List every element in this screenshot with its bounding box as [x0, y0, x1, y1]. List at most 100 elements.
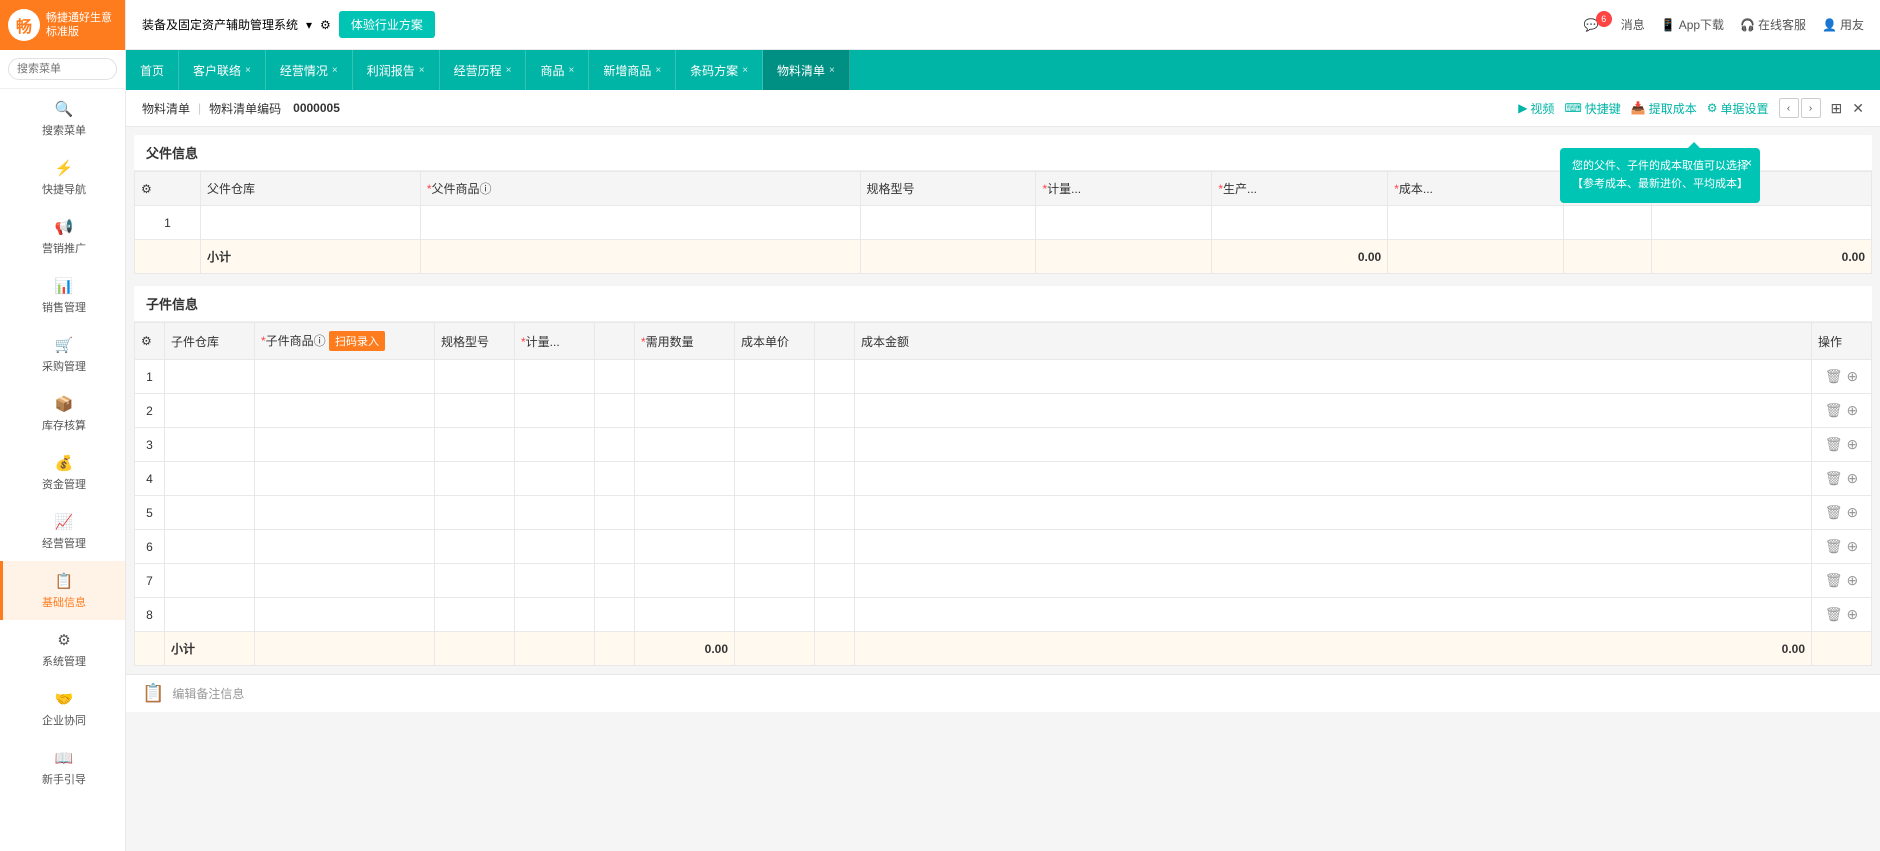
nav-tab-利润报告[interactable]: 利润报告 × — [353, 50, 440, 90]
child-unit-cell[interactable] — [515, 598, 595, 632]
child-product-cell[interactable] — [255, 360, 435, 394]
close-page-icon[interactable]: ✕ — [1852, 100, 1864, 117]
child-spec-cell[interactable] — [435, 598, 515, 632]
child-qty-cell[interactable] — [635, 496, 735, 530]
tab-close-icon[interactable]: × — [829, 65, 835, 76]
child-qty-cell[interactable] — [635, 360, 735, 394]
child-unitcost-cell[interactable] — [735, 360, 815, 394]
tooltip-close-button[interactable]: × — [1745, 154, 1752, 173]
prev-arrow[interactable]: ‹ — [1779, 98, 1799, 118]
sidebar-item-销售管理[interactable]: 📊销售管理 — [0, 266, 125, 325]
tab-close-icon[interactable]: × — [332, 65, 338, 76]
child-warehouse-cell[interactable] — [165, 564, 255, 598]
child-qty-cell[interactable] — [635, 394, 735, 428]
copy-icon[interactable]: ⊕ — [1847, 368, 1859, 385]
sidebar-item-基础信息[interactable]: 📋基础信息 — [0, 561, 125, 620]
child-unitcost-cell[interactable] — [735, 462, 815, 496]
note-text[interactable]: 编辑备注信息 — [172, 685, 244, 702]
child-spec-cell[interactable] — [435, 428, 515, 462]
delete-icon[interactable]: 🗑 — [1825, 436, 1843, 453]
user-item[interactable]: 👤 用友 — [1822, 16, 1864, 33]
child-unitcost-cell[interactable] — [735, 394, 815, 428]
child-unit-cell[interactable] — [515, 564, 595, 598]
child-unit-cell[interactable] — [515, 496, 595, 530]
sidebar-item-系统管理[interactable]: ⚙系统管理 — [0, 620, 125, 679]
copy-icon[interactable]: ⊕ — [1847, 538, 1859, 555]
child-product-cell[interactable] — [255, 428, 435, 462]
grid-view-icon[interactable]: ⊞ — [1831, 100, 1843, 117]
child-unit-cell[interactable] — [515, 394, 595, 428]
tab-close-icon[interactable]: × — [655, 65, 661, 76]
copy-icon[interactable]: ⊕ — [1847, 572, 1859, 589]
child-qty-cell[interactable] — [635, 462, 735, 496]
view-button[interactable]: ▶ 视频 — [1518, 100, 1554, 117]
sidebar-item-采购管理[interactable]: 🛒采购管理 — [0, 325, 125, 384]
nav-tab-物料清单[interactable]: 物料清单 × — [763, 50, 850, 90]
child-spec-cell[interactable] — [435, 564, 515, 598]
child-spec-cell[interactable] — [435, 360, 515, 394]
sidebar-item-资金管理[interactable]: 💰资金管理 — [0, 443, 125, 502]
copy-icon[interactable]: ⊕ — [1847, 606, 1859, 623]
delete-icon[interactable]: 🗑 — [1825, 504, 1843, 521]
delete-icon[interactable]: 🗑 — [1825, 538, 1843, 555]
sidebar-item-营销推广[interactable]: 📢营销推广 — [0, 207, 125, 266]
child-warehouse-cell[interactable] — [165, 428, 255, 462]
child-spec-cell[interactable] — [435, 462, 515, 496]
tab-close-icon[interactable]: × — [245, 65, 251, 76]
child-product-cell[interactable] — [255, 496, 435, 530]
child-col-settings[interactable]: ⚙ — [135, 323, 165, 360]
child-spec-cell[interactable] — [435, 496, 515, 530]
child-qty-cell[interactable] — [635, 598, 735, 632]
app-download-item[interactable]: 📱 App下载 — [1661, 16, 1724, 33]
tab-close-icon[interactable]: × — [742, 65, 748, 76]
copy-icon[interactable]: ⊕ — [1847, 470, 1859, 487]
child-unit-cell[interactable] — [515, 360, 595, 394]
parent-cost-cell[interactable] — [1388, 206, 1564, 240]
shortcut-button[interactable]: ⌨ 快捷键 — [1564, 100, 1620, 117]
child-warehouse-cell[interactable] — [165, 530, 255, 564]
nav-tab-商品[interactable]: 商品 × — [526, 50, 589, 90]
delete-icon[interactable]: 🗑 — [1825, 572, 1843, 589]
child-warehouse-cell[interactable] — [165, 496, 255, 530]
nav-tab-经营情况[interactable]: 经营情况 × — [266, 50, 353, 90]
tab-close-icon[interactable]: × — [419, 65, 425, 76]
child-product-cell[interactable] — [255, 462, 435, 496]
child-warehouse-cell[interactable] — [165, 598, 255, 632]
trial-button[interactable]: 体验行业方案 — [339, 11, 435, 38]
tab-close-icon[interactable]: × — [568, 65, 574, 76]
parent-spec-cell[interactable] — [860, 206, 1036, 240]
delete-icon[interactable]: 🗑 — [1825, 368, 1843, 385]
child-unitcost-cell[interactable] — [735, 428, 815, 462]
sidebar-item-新手引导[interactable]: 📖新手引导 — [0, 738, 125, 797]
child-qty-cell[interactable] — [635, 564, 735, 598]
child-product-cell[interactable] — [255, 564, 435, 598]
parent-warehouse-cell[interactable] — [200, 206, 420, 240]
settings-icon[interactable]: ⚙ — [320, 18, 331, 32]
child-unit-cell[interactable] — [515, 530, 595, 564]
nav-tab-经营历程[interactable]: 经营历程 × — [440, 50, 527, 90]
child-warehouse-cell[interactable] — [165, 394, 255, 428]
nav-tab-客户联络[interactable]: 客户联络 × — [179, 50, 266, 90]
parent-unit-cell[interactable] — [1036, 206, 1212, 240]
child-unit-cell[interactable] — [515, 462, 595, 496]
child-spec-cell[interactable] — [435, 530, 515, 564]
scan-button[interactable]: 扫码录入 — [329, 331, 385, 351]
nav-tab-条码方案[interactable]: 条码方案 × — [676, 50, 763, 90]
sidebar-item-快捷导航[interactable]: ⚡快捷导航 — [0, 148, 125, 207]
next-arrow[interactable]: › — [1801, 98, 1821, 118]
copy-icon[interactable]: ⊕ — [1847, 436, 1859, 453]
nav-tab-首页[interactable]: 首页 — [126, 50, 179, 90]
copy-icon[interactable]: ⊕ — [1847, 402, 1859, 419]
sidebar-item-库存核算[interactable]: 📦库存核算 — [0, 384, 125, 443]
child-spec-cell[interactable] — [435, 394, 515, 428]
child-qty-cell[interactable] — [635, 428, 735, 462]
nav-tab-新增商品[interactable]: 新增商品 × — [589, 50, 676, 90]
delete-icon[interactable]: 🗑 — [1825, 402, 1843, 419]
online-service-item[interactable]: 🎧 在线客服 — [1740, 16, 1806, 33]
child-qty-cell[interactable] — [635, 530, 735, 564]
child-unitcost-cell[interactable] — [735, 530, 815, 564]
parent-prod-cell[interactable] — [1212, 206, 1388, 240]
child-warehouse-cell[interactable] — [165, 360, 255, 394]
sidebar-item-经营管理[interactable]: 📈经营管理 — [0, 502, 125, 561]
child-unitcost-cell[interactable] — [735, 564, 815, 598]
